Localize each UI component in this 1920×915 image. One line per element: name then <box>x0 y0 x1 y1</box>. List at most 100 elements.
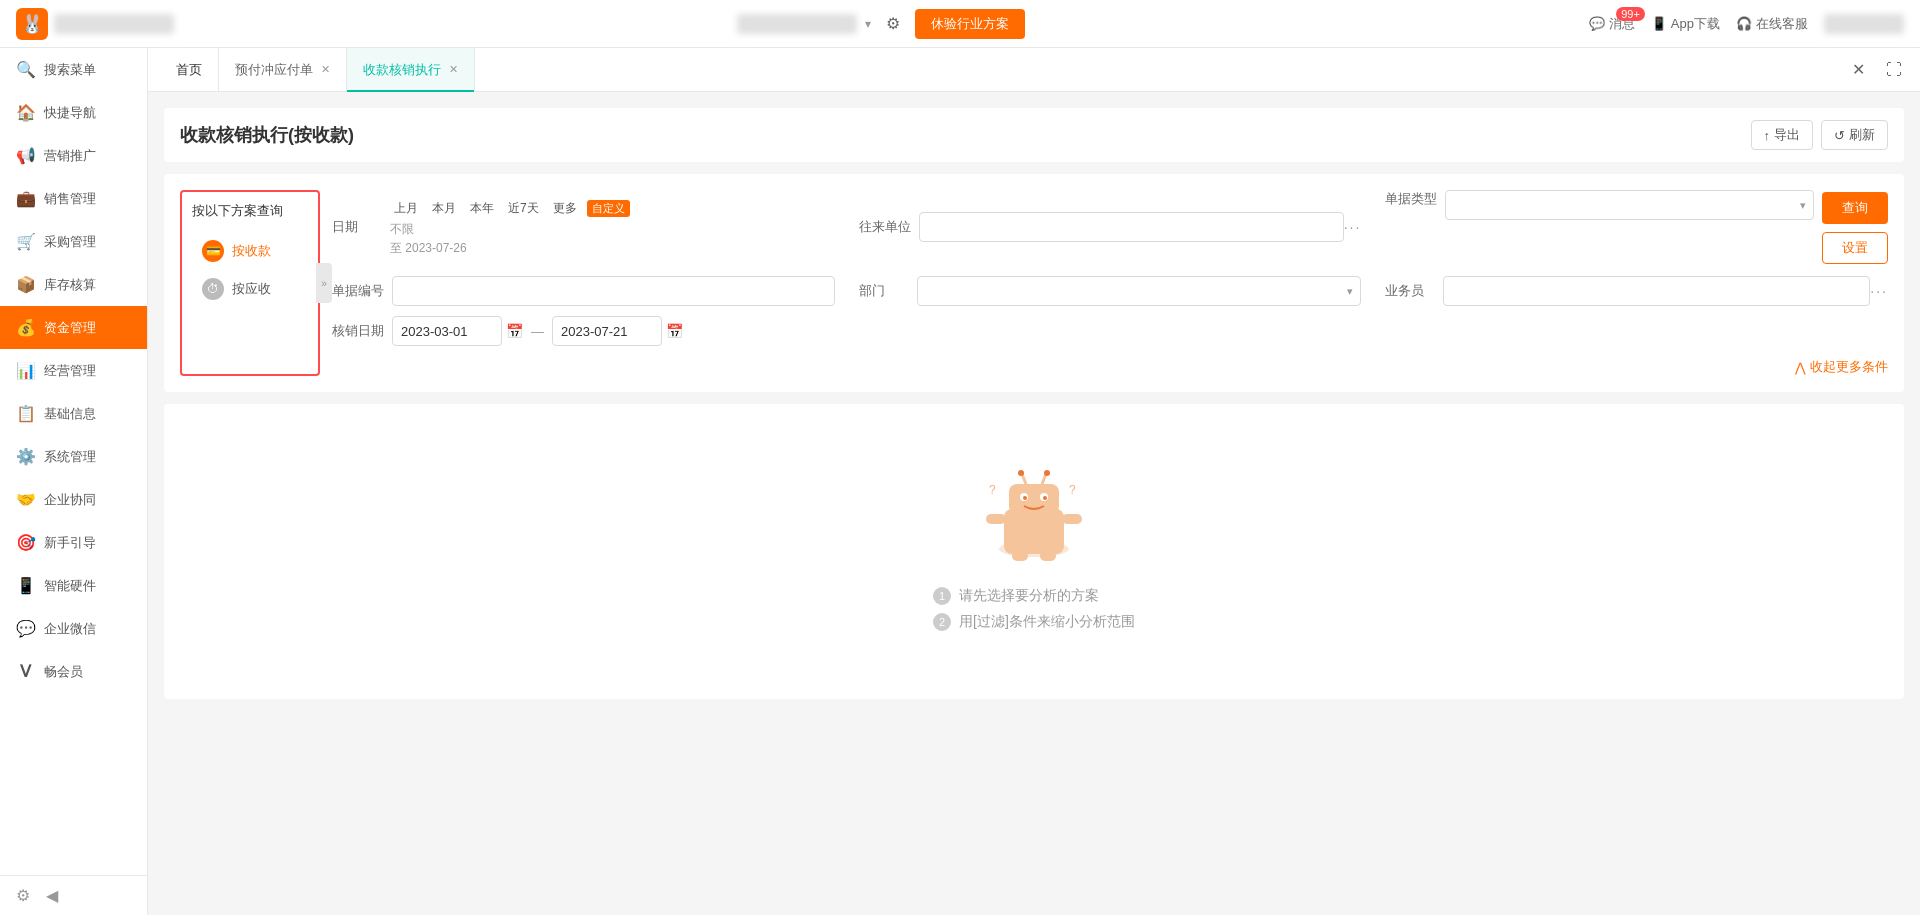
sidebar-item-quick-nav[interactable]: 🏠 快捷导航 <box>0 91 147 134</box>
tab-home-label: 首页 <box>176 61 202 79</box>
tab-home[interactable]: 首页 <box>160 48 219 92</box>
sidebar-item-marketing[interactable]: 📢 营销推广 <box>0 134 147 177</box>
online-service-label: 在线客服 <box>1756 15 1808 33</box>
sidebar-item-purchase[interactable]: 🛒 采购管理 <box>0 220 147 263</box>
tip-num-1: 1 <box>933 587 951 605</box>
tip-text-2: 用[过滤]条件来缩小分析范围 <box>959 613 1135 631</box>
sidebar-item-smart-hw[interactable]: 📱 智能硬件 <box>0 564 147 607</box>
wechat-work-icon: 💬 <box>16 619 34 638</box>
sidebar-item-inventory[interactable]: 📦 库存核算 <box>0 263 147 306</box>
basic-info-icon: 📋 <box>16 404 34 423</box>
settings-icon[interactable]: ⚙ <box>879 10 907 38</box>
doctype-label: 单据类型 <box>1385 190 1437 208</box>
sidebar-item-ops[interactable]: 📊 经营管理 <box>0 349 147 392</box>
message-badge: 99+ <box>1616 7 1645 21</box>
message-icon: 💬 <box>1589 16 1605 31</box>
docno-input[interactable] <box>392 276 835 306</box>
shortcut-custom[interactable]: 自定义 <box>587 200 630 217</box>
tab-prepay-label: 预付冲应付单 <box>235 61 313 79</box>
tab-close-btn[interactable]: ✕ <box>1844 56 1872 84</box>
collapse-label: 收起更多条件 <box>1810 358 1888 376</box>
filter-main-wrapper: 日期 上月 本月 本年 近7天 更多 自定义 不限 <box>332 190 1888 376</box>
chevron-down-icon[interactable]: ▾ <box>865 17 871 31</box>
filter-section: 按以下方案查询 💳 按收款 ⏱ 按应收 » <box>164 174 1904 392</box>
tab-expand-btn[interactable]: ⛶ <box>1880 56 1908 84</box>
refresh-btn[interactable]: ↺ 刷新 <box>1821 120 1888 150</box>
salesperson-input[interactable] <box>1443 276 1870 306</box>
filter-row-date: 日期 上月 本月 本年 近7天 更多 自定义 不限 <box>332 190 835 264</box>
filter-option-receivable[interactable]: ⏱ 按应收 <box>192 270 308 308</box>
industry-btn[interactable]: 休验行业方案 <box>915 9 1025 39</box>
filter-row-salesperson: 业务员 ··· <box>1385 276 1888 306</box>
sidebar-item-wechat-work[interactable]: 💬 企业微信 <box>0 607 147 650</box>
svg-point-6 <box>1043 496 1047 500</box>
page-title-bar: 收款核销执行(按收款) ↑ 导出 ↺ 刷新 <box>164 108 1904 162</box>
salesperson-label: 业务员 <box>1385 282 1435 300</box>
verify-date-end-input[interactable] <box>552 316 662 346</box>
settings-bottom-icon[interactable]: ⚙ <box>16 886 30 905</box>
empty-robot-svg: ? ? <box>974 464 1094 564</box>
content-area: 首页 预付冲应付单 ✕ 收款核销执行 ✕ ✕ ⛶ 收款核销执行(按收款) <box>148 48 1920 915</box>
app-icon: 📱 <box>1651 16 1667 31</box>
tip-text-1: 请先选择要分析的方案 <box>959 587 1099 605</box>
sidebar-item-fund[interactable]: 💰 资金管理 <box>0 306 147 349</box>
receipt-option-label: 按收款 <box>232 242 271 260</box>
empty-tips: 1 请先选择要分析的方案 2 用[过滤]条件来缩小分析范围 <box>933 587 1135 639</box>
svg-point-14 <box>1044 470 1050 476</box>
tab-prepay-close[interactable]: ✕ <box>321 63 330 76</box>
collapse-icon: ⋀ <box>1795 360 1806 375</box>
verify-date-start-group: 📅 <box>392 316 523 346</box>
shortcut-this-month[interactable]: 本月 <box>428 198 460 219</box>
inventory-icon: 📦 <box>16 275 34 294</box>
sidebar-item-search-menu[interactable]: 🔍 搜索菜单 <box>0 48 147 91</box>
verify-date-start-input[interactable] <box>392 316 502 346</box>
sidebar-item-basic-info[interactable]: 📋 基础信息 <box>0 392 147 435</box>
marketing-icon: 📢 <box>16 146 34 165</box>
online-service-btn[interactable]: 🎧 在线客服 <box>1736 15 1808 33</box>
receivable-option-icon: ⏱ <box>202 278 224 300</box>
dept-select[interactable] <box>917 276 1362 306</box>
tab-receipt-verify[interactable]: 收款核销执行 ✕ <box>347 48 475 92</box>
counterparty-input[interactable] <box>919 212 1344 242</box>
filter-sidebar-title: 按以下方案查询 <box>192 202 308 220</box>
tab-bar: 首页 预付冲应付单 ✕ 收款核销执行 ✕ ✕ ⛶ <box>148 48 1920 92</box>
sidebar: 🔍 搜索菜单 🏠 快捷导航 📢 营销推广 💼 销售管理 🛒 采购管理 📦 库存核… <box>0 48 148 915</box>
doctype-select[interactable] <box>1445 190 1814 220</box>
page-title-actions: ↑ 导出 ↺ 刷新 <box>1751 120 1889 150</box>
message-btn[interactable]: 💬 消息 99+ <box>1589 15 1635 33</box>
shortcut-more[interactable]: 更多 <box>549 198 581 219</box>
shortcut-this-year[interactable]: 本年 <box>466 198 498 219</box>
query-btn[interactable]: 查询 <box>1822 192 1888 224</box>
more-conditions-btn[interactable]: ⋀ 收起更多条件 <box>1795 358 1888 376</box>
svg-text:?: ? <box>1069 483 1076 497</box>
ops-icon: 📊 <box>16 361 34 380</box>
page-content: 收款核销执行(按收款) ↑ 导出 ↺ 刷新 按以下方案查询 <box>148 92 1920 915</box>
filter-settings-btn[interactable]: 设置 <box>1822 232 1888 264</box>
collab-icon: 🤝 <box>16 490 34 509</box>
sidebar-item-vip[interactable]: Ⅴ 畅会员 <box>0 650 147 693</box>
sidebar-label-guide: 新手引导 <box>44 534 96 552</box>
tab-receipt-verify-close[interactable]: ✕ <box>449 63 458 76</box>
app-download-btn[interactable]: 📱 App下载 <box>1651 15 1720 33</box>
export-btn[interactable]: ↑ 导出 <box>1751 120 1814 150</box>
sidebar-item-guide[interactable]: 🎯 新手引导 <box>0 521 147 564</box>
sidebar-label-quick-nav: 快捷导航 <box>44 104 96 122</box>
app-download-label: App下载 <box>1671 15 1720 33</box>
export-icon: ↑ <box>1764 128 1771 143</box>
sidebar-item-enterprise-collab[interactable]: 🤝 企业协同 <box>0 478 147 521</box>
date-shortcuts: 上月 本月 本年 近7天 更多 自定义 <box>390 198 835 219</box>
svg-rect-7 <box>986 514 1006 524</box>
refresh-label: 刷新 <box>1849 126 1875 144</box>
verify-date-start-calendar-icon[interactable]: 📅 <box>506 323 523 339</box>
sidebar-item-sys-mgmt[interactable]: ⚙️ 系统管理 <box>0 435 147 478</box>
shortcut-last-month[interactable]: 上月 <box>390 198 422 219</box>
filter-sidebar-collapse[interactable]: » <box>316 263 332 303</box>
verify-date-end-calendar-icon[interactable]: 📅 <box>666 323 683 339</box>
filter-option-receipt[interactable]: 💳 按收款 <box>192 232 308 270</box>
vip-icon: Ⅴ <box>16 662 34 681</box>
sidebar-item-sales[interactable]: 💼 销售管理 <box>0 177 147 220</box>
collapse-sidebar-icon[interactable]: ◀ <box>46 886 58 905</box>
filter-row-doctype: 单据类型 ▾ 查询 设置 <box>1385 190 1888 264</box>
shortcut-7days[interactable]: 近7天 <box>504 198 543 219</box>
tab-prepay[interactable]: 预付冲应付单 ✕ <box>219 48 347 92</box>
